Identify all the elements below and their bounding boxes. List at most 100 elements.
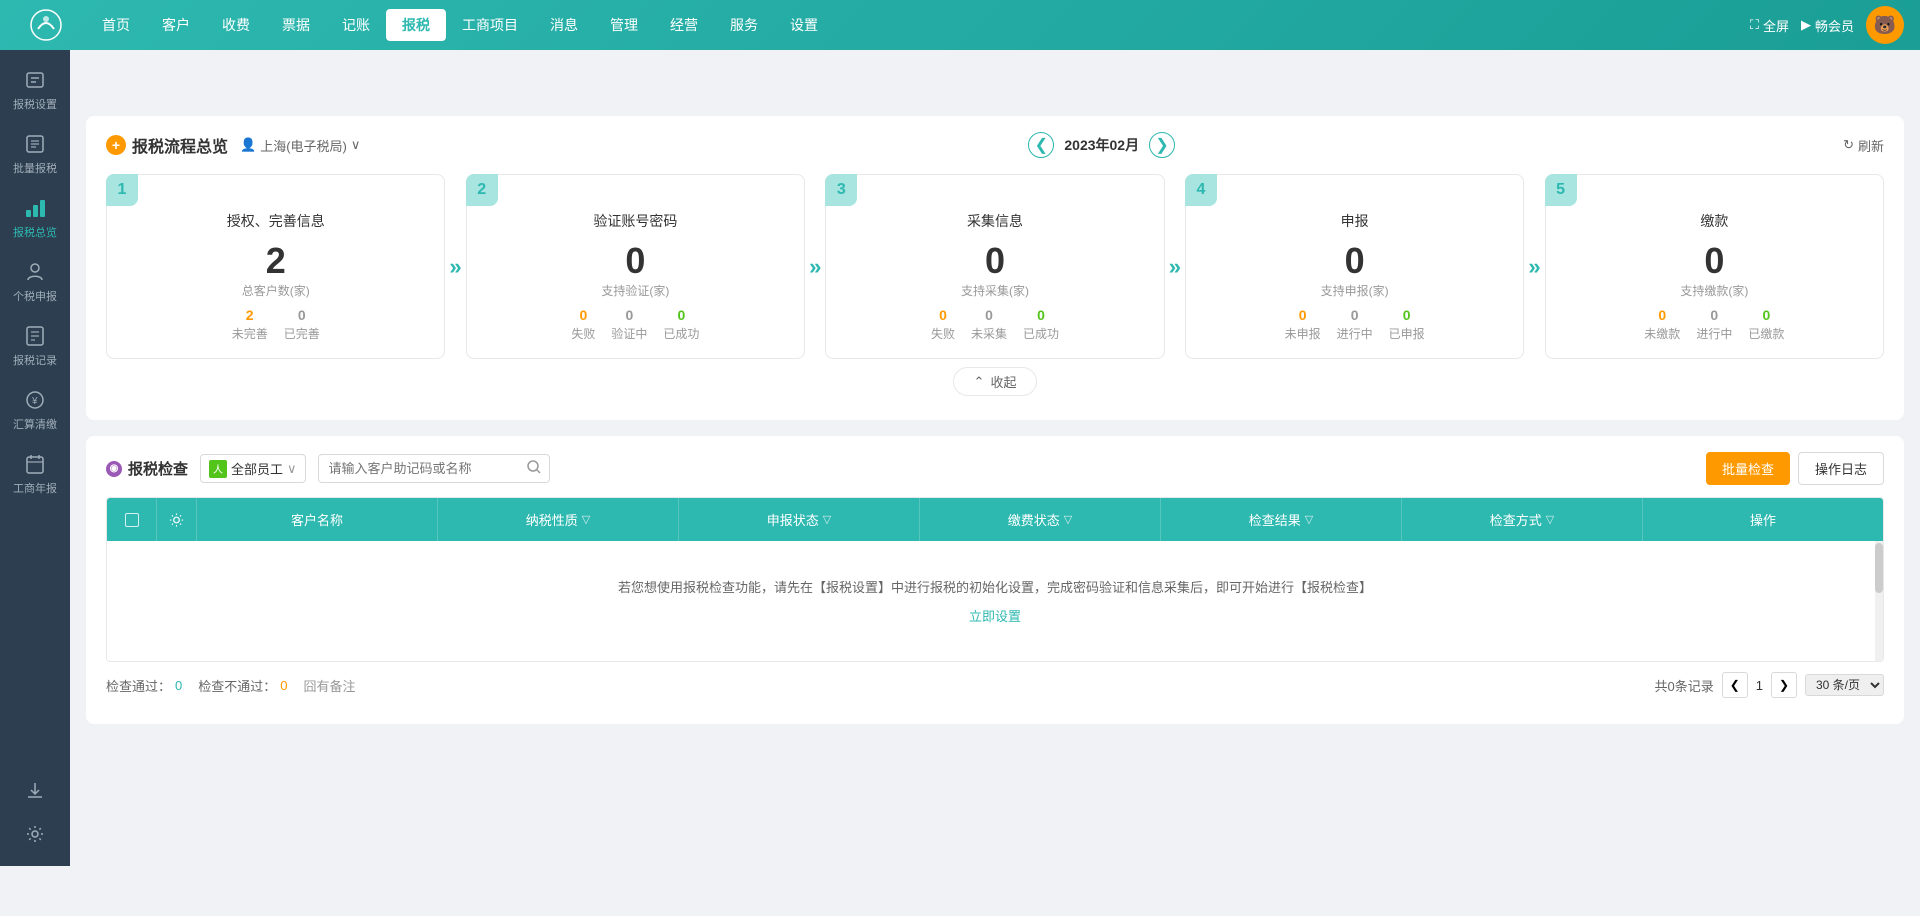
table-footer: 检查通过： 0 检查不通过： 0 囧有备注 共0条记录 ❮ 1 ❯ 30 条/页 bbox=[106, 662, 1884, 708]
stat-undeclared-4: 0 未申报 bbox=[1285, 307, 1321, 342]
th-declare-status[interactable]: 申报状态 ▽ bbox=[679, 498, 920, 541]
nav-item-customer[interactable]: 客户 bbox=[146, 9, 206, 41]
th-operation: 操作 bbox=[1643, 498, 1883, 541]
flow-step-3: 3 采集信息 0 支持采集(家) 0 失败 0 未采集 0 已成功 bbox=[825, 174, 1164, 359]
location-selector[interactable]: 👤 上海(电子税局) ∨ bbox=[240, 136, 360, 155]
th-customer-name: 客户名称 bbox=[197, 498, 438, 541]
th-check-result[interactable]: 检查结果 ▽ bbox=[1161, 498, 1402, 541]
current-month: 2023年02月 bbox=[1064, 135, 1139, 155]
step-num-5: 5 bbox=[1545, 174, 1577, 206]
th-fee-status[interactable]: 缴费状态 ▽ bbox=[920, 498, 1161, 541]
search-button[interactable] bbox=[519, 455, 549, 482]
nav-item-service[interactable]: 服务 bbox=[714, 9, 774, 41]
step-title-2: 验证账号密码 bbox=[483, 211, 788, 231]
sidebar-bottom-area bbox=[0, 768, 70, 866]
nav-item-message[interactable]: 消息 bbox=[534, 9, 594, 41]
tax-check-card: ◉ 报税检查 人 全部员工 ∨ bbox=[86, 436, 1904, 724]
sidebar-item-annual-report[interactable]: 工商年报 bbox=[0, 442, 70, 506]
next-month-button[interactable]: ❯ bbox=[1149, 132, 1175, 158]
sidebar-item-taxsettings[interactable]: 报税设置 bbox=[0, 58, 70, 122]
footer-note: 囧有备注 bbox=[304, 676, 356, 695]
prev-month-button[interactable]: ❮ bbox=[1028, 132, 1054, 158]
step-num-4: 4 bbox=[1185, 174, 1217, 206]
stat-declared-4: 0 已申报 bbox=[1389, 307, 1425, 342]
check-dot-icon: ◉ bbox=[106, 461, 122, 477]
step-num-1: 1 bbox=[106, 174, 138, 206]
table-scrollbar[interactable] bbox=[1875, 541, 1883, 661]
step-count-1: 2 bbox=[123, 239, 428, 282]
batch-check-button[interactable]: 批量检查 bbox=[1706, 452, 1790, 485]
step-subtitle-5: 支持缴款(家) bbox=[1562, 282, 1867, 299]
table-header: 客户名称 纳税性质 ▽ 申报状态 ▽ 缴费状态 ▽ 检查结果 ▽ bbox=[107, 498, 1883, 541]
nav-item-operation[interactable]: 经营 bbox=[654, 9, 714, 41]
check-header: ◉ 报税检查 人 全部员工 ∨ bbox=[106, 452, 1884, 485]
sidebar-item-batch-tax[interactable]: 批量报税 bbox=[0, 122, 70, 186]
nav-item-business[interactable]: 工商项目 bbox=[446, 9, 534, 41]
step-stats-1: 2 未完善 0 已完善 bbox=[123, 307, 428, 342]
staff-filter-select[interactable]: 人 全部员工 ∨ bbox=[200, 454, 306, 483]
title-plus-icon: + bbox=[106, 135, 126, 155]
check-actions: 批量检查 操作日志 bbox=[1706, 452, 1884, 485]
tax-flow-title: + 报税流程总览 bbox=[106, 133, 228, 157]
footer-fail: 检查不通过： 0 bbox=[198, 676, 287, 695]
nav-item-accounting[interactable]: 记账 bbox=[326, 9, 386, 41]
arrow-3-4: » bbox=[1165, 174, 1185, 359]
flow-steps-container: 1 授权、完善信息 2 总客户数(家) 2 未完善 0 已完善 » bbox=[106, 174, 1884, 359]
collapse-button[interactable]: ⌃ 收起 bbox=[953, 367, 1038, 396]
nav-item-settings[interactable]: 设置 bbox=[774, 9, 834, 41]
member-button[interactable]: ▶ 畅会员 bbox=[1801, 16, 1854, 35]
pass-count-link[interactable]: 0 bbox=[175, 678, 182, 693]
play-icon: ▶ bbox=[1801, 17, 1811, 33]
sidebar-item-tax-overview[interactable]: 报税总览 bbox=[0, 186, 70, 250]
sidebar-item-tax-record[interactable]: 报税记录 bbox=[0, 314, 70, 378]
step-subtitle-4: 支持申报(家) bbox=[1202, 282, 1507, 299]
stat-verifying-2: 0 验证中 bbox=[611, 307, 647, 342]
nav-right-area: ⛶ 全屏 ▶ 畅会员 🐻 bbox=[1750, 6, 1904, 44]
sidebar-item-personal-tax[interactable]: 个税申报 bbox=[0, 250, 70, 314]
nav-item-manage[interactable]: 管理 bbox=[594, 9, 654, 41]
tax-flow-header: + 报税流程总览 👤 上海(电子税局) ∨ ❮ 2023年02月 ❯ ↻ 刷新 bbox=[106, 132, 1884, 158]
sidebar-item-settlement[interactable]: ¥ 汇算清缴 bbox=[0, 378, 70, 442]
fail-count-link[interactable]: 0 bbox=[280, 678, 287, 693]
filter-chevron-icon: ∨ bbox=[287, 461, 297, 477]
filter-icon-2: ▽ bbox=[823, 513, 831, 526]
refresh-icon: ↻ bbox=[1843, 137, 1854, 153]
nav-item-fee[interactable]: 收费 bbox=[206, 9, 266, 41]
sidebar-item-config[interactable] bbox=[0, 812, 70, 856]
stat-complete: 0 已完善 bbox=[284, 307, 320, 342]
table-body-empty: 若您想使用报税检查功能，请先在【报税设置】中进行报税的初始化设置，完成密码验证和… bbox=[107, 541, 1883, 661]
th-check-method[interactable]: 检查方式 ▽ bbox=[1402, 498, 1643, 541]
step-count-3: 0 bbox=[842, 239, 1147, 282]
stat-inprogress-5: 0 进行中 bbox=[1696, 307, 1732, 342]
config-icon bbox=[23, 822, 47, 846]
svg-text:¥: ¥ bbox=[31, 396, 38, 407]
header-settings[interactable] bbox=[157, 498, 197, 541]
step-count-4: 0 bbox=[1202, 239, 1507, 282]
arrow-1-2: » bbox=[445, 174, 465, 359]
header-checkbox[interactable] bbox=[107, 498, 157, 541]
fullscreen-button[interactable]: ⛶ 全屏 bbox=[1750, 16, 1789, 35]
staff-icon: 人 bbox=[209, 460, 227, 478]
step-title-3: 采集信息 bbox=[842, 211, 1147, 231]
setup-link[interactable]: 立即设置 bbox=[969, 606, 1021, 625]
stat-paid-5: 0 已缴款 bbox=[1748, 307, 1784, 342]
th-tax-nature[interactable]: 纳税性质 ▽ bbox=[438, 498, 679, 541]
check-table: 客户名称 纳税性质 ▽ 申报状态 ▽ 缴费状态 ▽ 检查结果 ▽ bbox=[106, 497, 1884, 662]
sidebar-item-download[interactable] bbox=[0, 768, 70, 812]
filter-icon-4: ▽ bbox=[1305, 513, 1313, 526]
nav-item-tax[interactable]: 报税 bbox=[386, 9, 446, 41]
refresh-button[interactable]: ↻ 刷新 bbox=[1843, 136, 1884, 155]
per-page-select[interactable]: 30 条/页 bbox=[1805, 674, 1884, 696]
tax-flow-card: + 报税流程总览 👤 上海(电子税局) ∨ ❮ 2023年02月 ❯ ↻ 刷新 bbox=[86, 116, 1904, 420]
main-content: + 报税流程总览 👤 上海(电子税局) ∨ ❮ 2023年02月 ❯ ↻ 刷新 bbox=[70, 100, 1920, 916]
top-navigation: 首页 客户 收费 票据 记账 报税 工商项目 消息 管理 经营 服务 设置 ⛶ … bbox=[0, 0, 1920, 50]
taxsettings-icon bbox=[23, 68, 47, 92]
filter-icon-1: ▽ bbox=[582, 513, 590, 526]
nav-item-home[interactable]: 首页 bbox=[86, 9, 146, 41]
app-logo bbox=[16, 9, 76, 41]
first-page-button[interactable]: ❮ bbox=[1722, 672, 1748, 698]
search-input[interactable] bbox=[319, 456, 519, 481]
nav-item-invoice[interactable]: 票据 bbox=[266, 9, 326, 41]
next-page-button[interactable]: ❯ bbox=[1771, 672, 1797, 698]
operation-log-button[interactable]: 操作日志 bbox=[1798, 452, 1884, 485]
